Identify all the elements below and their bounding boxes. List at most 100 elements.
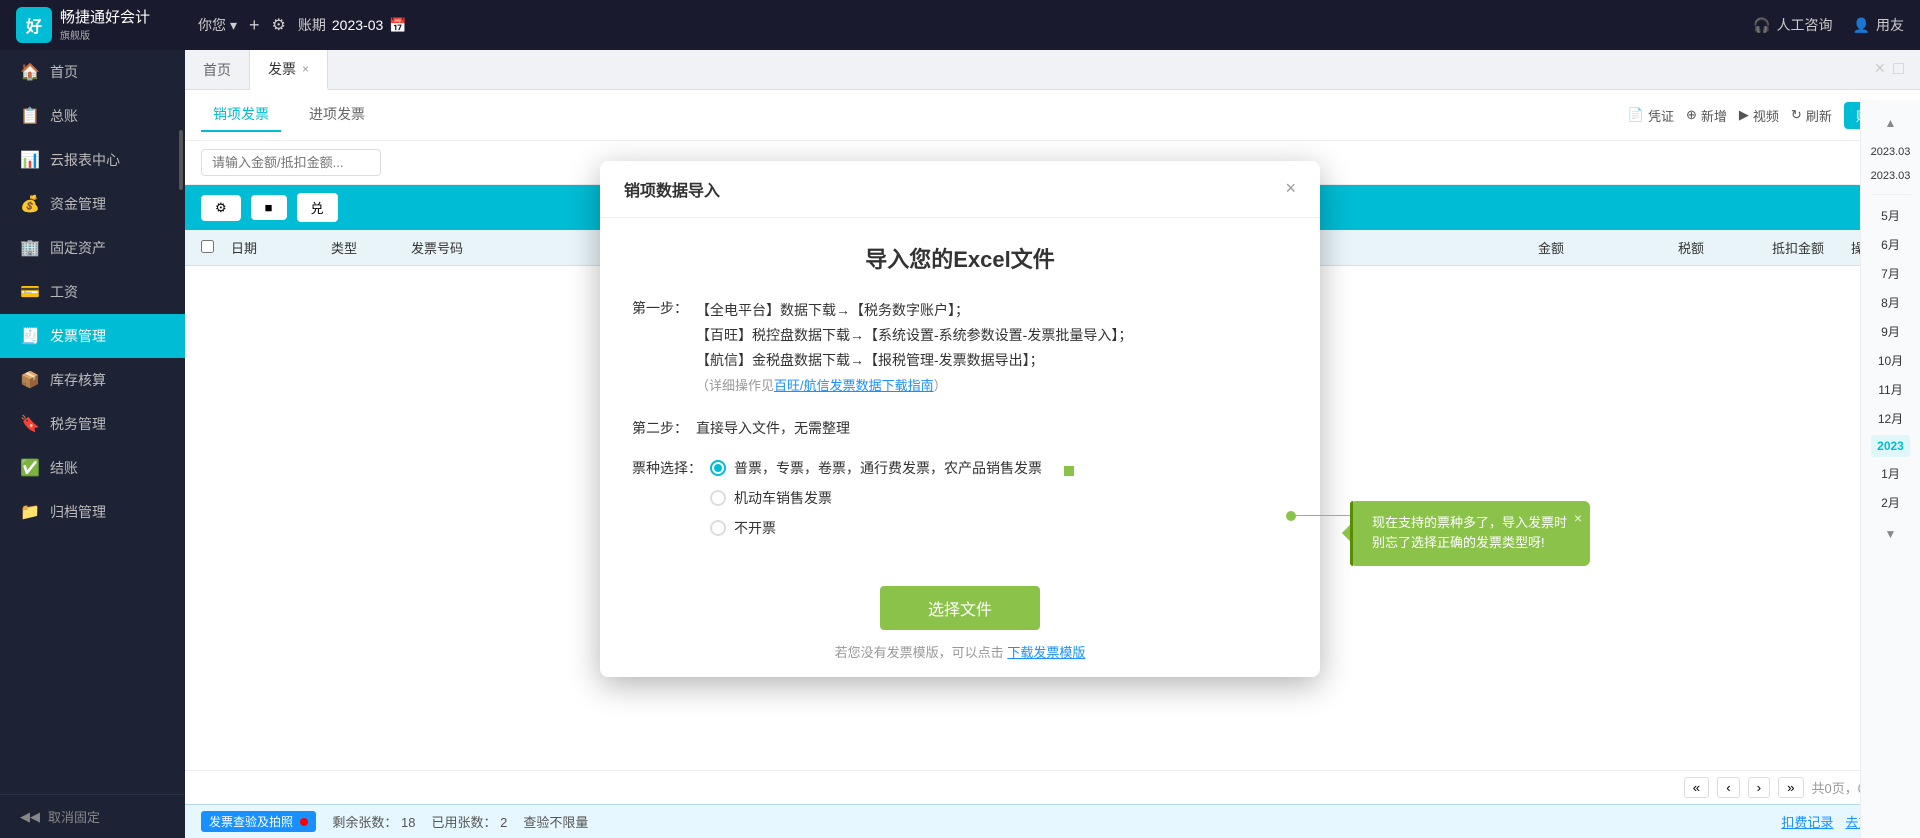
invoice-tab-purchase[interactable]: 进项发票 <box>297 98 377 132</box>
col-header-deduct: 抵扣金额 <box>1704 238 1824 257</box>
salary-icon: 💳 <box>20 282 40 302</box>
tooltip-connector-dot <box>1064 466 1074 476</box>
modal-close-btn[interactable]: × <box>1285 178 1296 199</box>
sidebar-label-stock: 库存核算 <box>50 370 106 390</box>
step1-line2: 【百旺】税控盘数据下载→【系统设置-系统参数设置-发票批量导入】； <box>696 323 1132 348</box>
radio-motor-circle <box>710 490 726 506</box>
col-header-number: 发票号码 <box>411 238 571 257</box>
logo-sub: 旗舰版 <box>60 27 150 42</box>
sidebar-item-ledger[interactable]: 📋 总账 <box>0 94 185 138</box>
sidebar-label-ledger: 总账 <box>50 106 78 126</box>
sidebar-footer[interactable]: ◀◀ 取消固定 <box>0 794 185 838</box>
tax-icon: 🔖 <box>20 414 40 434</box>
col-header-check <box>201 240 231 256</box>
sidebar-item-stock[interactable]: 📦 库存核算 <box>0 358 185 402</box>
sidebar-item-asset[interactable]: 🏢 固定资产 <box>0 226 185 270</box>
table-settings-btn[interactable]: ⚙ <box>201 195 241 221</box>
sidebar-item-home[interactable]: 🏠 首页 <box>0 50 185 94</box>
right-panel-down[interactable]: ▼ <box>1885 519 1897 549</box>
radio-motor[interactable]: 机动车销售发票 <box>710 488 1042 508</box>
voucher-btn[interactable]: 📄 凭证 <box>1628 106 1674 125</box>
col-header-op: 操作 <box>1824 238 1904 257</box>
radio-noinvoice-label: 不开票 <box>734 518 776 538</box>
month-11[interactable]: 11月 <box>1878 377 1902 402</box>
step2-section: 第二步： 直接导入文件，无需整理 <box>632 418 1288 438</box>
step1-label: 第一步： <box>632 298 688 318</box>
radio-noinvoice-circle <box>710 520 726 536</box>
table-exchange-btn[interactable]: 兑 <box>297 193 338 222</box>
user-btn[interactable]: 👤 用友 <box>1853 15 1904 35</box>
radio-common-dot <box>714 464 722 472</box>
sidebar-item-archive[interactable]: 📁 归档管理 <box>0 490 185 534</box>
select-file-btn[interactable]: 选择文件 <box>880 586 1040 630</box>
tooltip-accent-bar <box>1350 501 1353 567</box>
last-page-btn[interactable]: » <box>1778 777 1803 798</box>
verify-unlimited: 查验不限量 <box>523 812 588 831</box>
year-2023b: 2023.03 <box>1871 166 1911 186</box>
fund-icon: 💰 <box>20 194 40 214</box>
month-8[interactable]: 8月 <box>1881 290 1900 315</box>
refresh-btn[interactable]: ↻ 刷新 <box>1791 106 1832 125</box>
month-2[interactable]: 2月 <box>1881 490 1900 515</box>
header-settings-icon[interactable]: ⚙ <box>272 15 286 35</box>
tab-home[interactable]: 首页 <box>185 50 250 90</box>
radio-common-label: 普票，专票，卷票，通行费发票，农产品销售发票 <box>734 458 1042 478</box>
table-select-btn[interactable]: ■ <box>251 195 287 220</box>
sidebar-item-settle[interactable]: ✅ 结账 <box>0 446 185 490</box>
step1-section: 第一步： 【全电平台】数据下载→【税务数字账户】； 【百旺】税控盘数据下载→【系… <box>632 298 1288 399</box>
month-1[interactable]: 1月 <box>1881 461 1900 486</box>
fee-record-link[interactable]: 扣费记录 <box>1781 812 1833 831</box>
first-page-btn[interactable]: « <box>1684 777 1709 798</box>
invoice-verify-tag[interactable]: 发票查验及拍照 <box>201 811 316 832</box>
next-page-btn[interactable]: › <box>1748 777 1770 798</box>
search-input[interactable] <box>201 149 381 176</box>
invoice-icon: 🧾 <box>20 326 40 346</box>
video-btn[interactable]: ▶ 视频 <box>1739 106 1779 125</box>
settle-icon: ✅ <box>20 458 40 478</box>
tab-close-icon[interactable]: × <box>302 62 309 76</box>
month-6[interactable]: 6月 <box>1881 232 1900 257</box>
header-add-icon[interactable]: + <box>249 15 260 36</box>
logo-icon: 好 <box>16 7 52 43</box>
sidebar-item-tax[interactable]: 🔖 税务管理 <box>0 402 185 446</box>
modal-title: 销项数据导入 <box>624 177 720 201</box>
download-template-link[interactable]: 下载发票模版 <box>1007 645 1085 660</box>
new-btn[interactable]: ⊕ 新增 <box>1686 106 1727 125</box>
import-modal: 销项数据导入 × 导入您的Excel文件 第一步： 【全电平台】数据下载→【税务… <box>600 161 1320 678</box>
month-7[interactable]: 7月 <box>1881 261 1900 286</box>
step1-hint-link[interactable]: 百旺/航信发票数据下载指南 <box>774 378 934 393</box>
sidebar-item-invoice[interactable]: 🧾 发票管理 <box>0 314 185 358</box>
month-9[interactable]: 9月 <box>1881 319 1900 344</box>
period-btn[interactable]: 账期 ▾ <box>1844 102 1904 129</box>
month-year-2023[interactable]: 2023 <box>1871 435 1910 457</box>
home-icon: 🏠 <box>20 62 40 82</box>
step2-label: 第二步： <box>632 418 688 438</box>
month-12[interactable]: 12月 <box>1878 406 1903 431</box>
sidebar-item-report[interactable]: 📊 云报表中心 <box>0 138 185 182</box>
tooltip-close-btn[interactable]: × <box>1574 507 1582 529</box>
invoice-tab-sales[interactable]: 销项发票 <box>201 98 281 132</box>
radio-common-circle <box>710 460 726 476</box>
right-panel-divider <box>1871 194 1911 195</box>
sidebar-item-salary[interactable]: 💳 工资 <box>0 270 185 314</box>
window-maximize-icon[interactable]: □ <box>1893 58 1904 79</box>
window-close-icon[interactable]: × <box>1875 58 1886 79</box>
month-10[interactable]: 10月 <box>1878 348 1903 373</box>
pagination-info: 共0页，0条记录 <box>1812 778 1904 797</box>
sidebar-label-salary: 工资 <box>50 282 78 302</box>
tab-invoice[interactable]: 发票 × <box>250 50 328 90</box>
support-btn[interactable]: 🎧 人工咨询 <box>1753 15 1832 35</box>
select-all-checkbox[interactable] <box>201 240 214 253</box>
radio-noinvoice[interactable]: 不开票 <box>710 518 1042 538</box>
year-2023a: 2023.03 <box>1871 142 1911 162</box>
month-5[interactable]: 5月 <box>1881 203 1900 228</box>
right-panel-up[interactable]: ▲ <box>1885 108 1897 138</box>
step1-line1: 【全电平台】数据下载→【税务数字账户】； <box>696 298 1132 323</box>
sidebar-item-fund[interactable]: 💰 资金管理 <box>0 182 185 226</box>
bottom-close-icon[interactable]: × <box>1896 812 1904 831</box>
prev-page-btn[interactable]: ‹ <box>1717 777 1739 798</box>
header-account[interactable]: 你您 ▾ <box>198 15 237 35</box>
sidebar-label-asset: 固定资产 <box>50 238 106 258</box>
radio-common[interactable]: 普票，专票，卷票，通行费发票，农产品销售发票 <box>710 458 1042 478</box>
recharge-btn[interactable]: 去充值 <box>1845 812 1884 831</box>
